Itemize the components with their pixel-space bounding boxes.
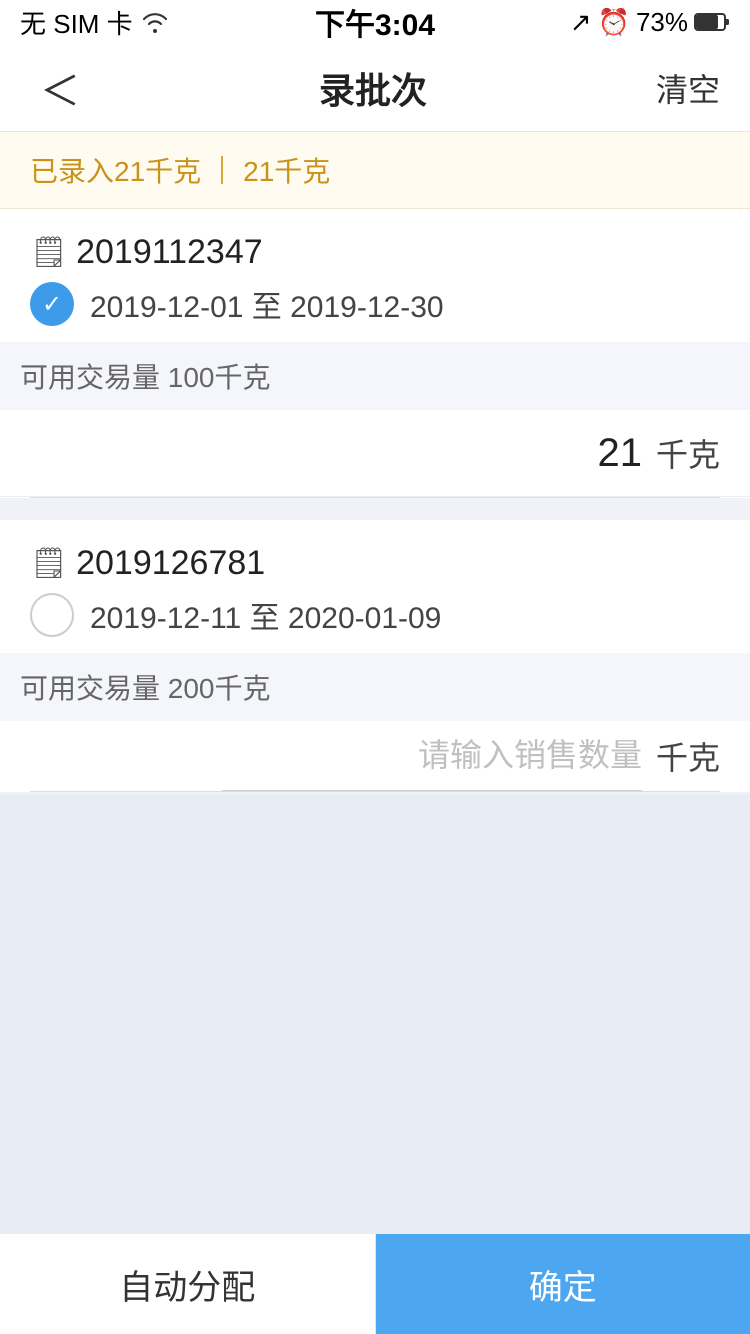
batch-1-radio[interactable]: ✓ bbox=[30, 282, 74, 326]
batch-2-id: 2019126781 bbox=[76, 544, 265, 583]
wifi-icon bbox=[141, 11, 169, 33]
batch-1-doc-icon: 🗒 bbox=[30, 235, 68, 270]
batch-2-quantity-row: 千克 bbox=[0, 721, 750, 791]
location-icon: ↗ bbox=[570, 7, 592, 38]
battery-icon bbox=[694, 12, 730, 32]
batch-1-separator bbox=[30, 497, 720, 498]
batch-1-check-icon: ✓ bbox=[42, 290, 62, 319]
footer: 自动分配 确定 bbox=[0, 1234, 750, 1334]
batch-2-radio[interactable] bbox=[30, 593, 74, 637]
batch-1-id-row: 🗒 2019112347 bbox=[30, 233, 720, 272]
content-area: 🗒 2019112347 ✓ 2019-12-01 至 2019-12-30 可… bbox=[0, 209, 750, 1334]
batch-2-doc-icon: 🗒 bbox=[30, 546, 68, 581]
status-time: 下午3:04 bbox=[315, 0, 435, 44]
nav-bar: ＜ 录批次 清空 bbox=[0, 44, 750, 132]
banner-divider bbox=[221, 156, 223, 184]
batch-2-quantity-input[interactable] bbox=[222, 721, 642, 791]
info-banner: 已录入21千克 21千克 bbox=[0, 132, 750, 209]
status-right: ↗ ⏰ 73% bbox=[570, 7, 730, 38]
section-divider bbox=[0, 500, 750, 520]
batch-2-separator bbox=[30, 791, 720, 792]
auto-distribute-button[interactable]: 自动分配 bbox=[0, 1234, 376, 1334]
batch-card-2-inner: 🗒 2019126781 2019-12-11 至 2020-01-09 bbox=[0, 520, 750, 637]
batch-2-date-row: 2019-12-11 至 2020-01-09 bbox=[30, 593, 720, 637]
batch-1-id: 2019112347 bbox=[76, 233, 263, 272]
alarm-icon: ⏰ bbox=[598, 7, 630, 38]
back-button[interactable]: ＜ bbox=[30, 49, 90, 127]
battery-text: 73% bbox=[636, 7, 688, 38]
recorded-text: 已录入21千克 bbox=[30, 150, 201, 190]
batch-card-1: 🗒 2019112347 ✓ 2019-12-01 至 2019-12-30 可… bbox=[0, 209, 750, 498]
no-sim-text: 无 SIM 卡 bbox=[20, 4, 133, 41]
status-left: 无 SIM 卡 bbox=[20, 4, 169, 41]
confirm-button[interactable]: 确定 bbox=[376, 1234, 750, 1334]
batch-1-date: 2019-12-01 至 2019-12-30 bbox=[90, 282, 444, 326]
batch-card-2: 🗒 2019126781 2019-12-11 至 2020-01-09 可用交… bbox=[0, 520, 750, 792]
total-text: 21千克 bbox=[243, 150, 330, 190]
status-bar: 无 SIM 卡 下午3:04 ↗ ⏰ 73% bbox=[0, 0, 750, 44]
batch-2-id-row: 🗒 2019126781 bbox=[30, 544, 720, 583]
clear-button[interactable]: 清空 bbox=[656, 65, 720, 111]
page-title: 录批次 bbox=[319, 62, 427, 114]
batch-2-available: 可用交易量 200千克 bbox=[0, 653, 750, 721]
batch-2-unit: 千克 bbox=[656, 733, 720, 779]
batch-2-date: 2019-12-11 至 2020-01-09 bbox=[90, 593, 441, 637]
batch-1-quantity-value: 21 bbox=[597, 431, 642, 476]
batch-1-available: 可用交易量 100千克 bbox=[0, 342, 750, 410]
batch-1-quantity-unit: 千克 bbox=[656, 430, 720, 476]
batch-1-quantity-row: 21 千克 bbox=[0, 410, 750, 497]
batch-1-date-row: ✓ 2019-12-01 至 2019-12-30 bbox=[30, 282, 720, 326]
batch-card-1-inner: 🗒 2019112347 ✓ 2019-12-01 至 2019-12-30 bbox=[0, 209, 750, 326]
